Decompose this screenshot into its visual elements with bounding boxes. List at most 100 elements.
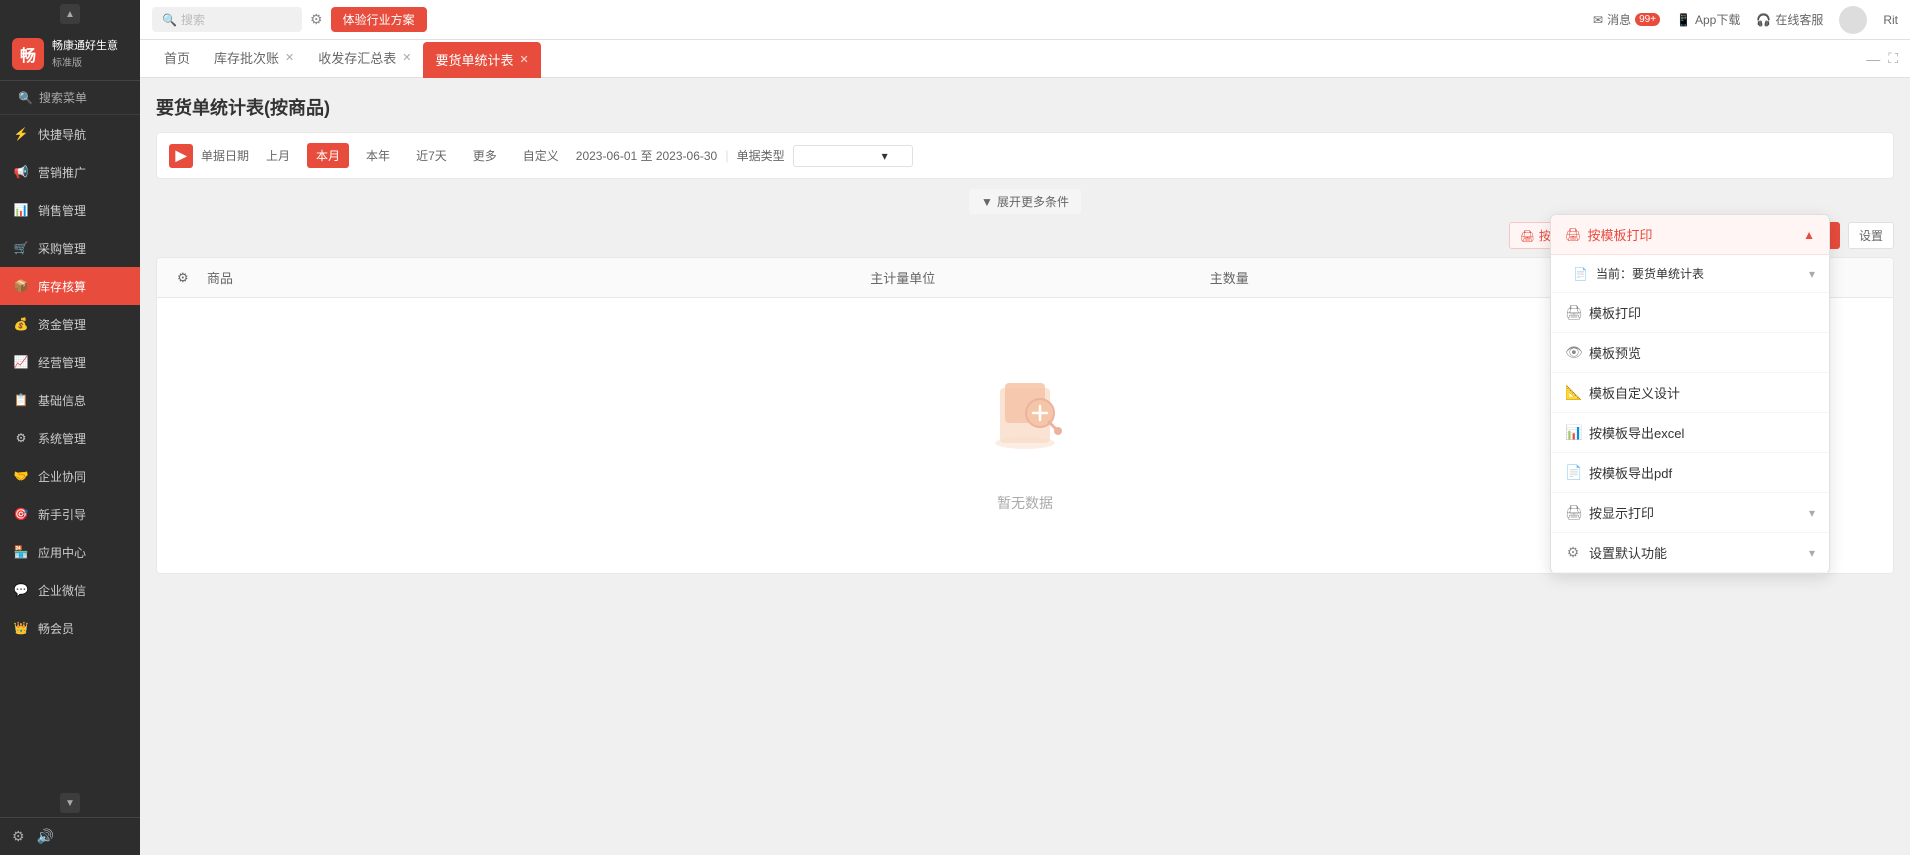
speaker-icon[interactable]: 🔊: [37, 828, 54, 845]
sidebar-item-basic[interactable]: 📋 基础信息: [0, 381, 140, 419]
dropdown-current-item: 📄 当前：要货单统计表 ▾: [1551, 255, 1829, 293]
settings-bottom-icon[interactable]: ⚙: [12, 828, 25, 845]
search-icon: 🔍: [18, 91, 33, 105]
page-title: 要货单统计表(按商品): [156, 94, 1894, 120]
dropdown-item-template-preview[interactable]: 👁 模板预览: [1551, 333, 1829, 373]
message-icon: ✉: [1593, 13, 1603, 27]
chevron-right-icon: ▾: [1809, 267, 1815, 281]
tab-close-order-stats[interactable]: ✕: [520, 53, 529, 66]
tab-maximize-button[interactable]: ⛶: [1888, 50, 1898, 67]
dropdown-item-template-design[interactable]: 📐 模板自定义设计: [1551, 373, 1829, 413]
app-logo-text: 畅康通好生意 标准版: [52, 39, 118, 69]
empty-text: 暂无数据: [997, 493, 1053, 513]
search-icon: 🔍: [162, 13, 177, 27]
sidebar-item-operation[interactable]: 📈 经营管理: [0, 343, 140, 381]
search-menu-item[interactable]: 🔍 搜索菜单: [0, 81, 140, 115]
date-btn-more[interactable]: 更多: [464, 143, 506, 168]
dropdown-item-template-print[interactable]: 🖨 模板打印: [1551, 293, 1829, 333]
topbar-search-box[interactable]: 🔍 搜索: [152, 7, 302, 32]
sidebar-item-finance[interactable]: 💰 资金管理: [0, 305, 140, 343]
dropdown-item-display-print[interactable]: 🖨 按显示打印 ▾: [1551, 493, 1829, 533]
topbar-right-section: ✉ 消息 99+ 📱 App下载 🎧 在线客服 Rit: [1593, 6, 1898, 34]
sidebar-item-sales[interactable]: 📊 销售管理: [0, 191, 140, 229]
sidebar-item-label: 营销推广: [38, 164, 86, 181]
dropdown-item-template-excel[interactable]: 📊 按模板导出excel: [1551, 413, 1829, 453]
tab-inventory-batch[interactable]: 库存批次账 ✕: [202, 40, 306, 78]
user-avatar[interactable]: [1839, 6, 1867, 34]
guide-icon: 🎯: [12, 505, 30, 523]
app-download-button[interactable]: 📱 App下载: [1676, 11, 1740, 28]
date-filter-label: 单据日期: [201, 147, 249, 164]
date-btn-last-month[interactable]: 上月: [257, 143, 299, 168]
sidebar-item-member[interactable]: 👑 畅会员: [0, 609, 140, 647]
date-btn-7days[interactable]: 近7天: [407, 143, 456, 168]
settings-icon: ⚙: [177, 270, 189, 285]
tabs-bar: 首页 库存批次账 ✕ 收发存汇总表 ✕ 要货单统计表 ✕ — ⛶: [140, 40, 1910, 78]
sidebar-item-wechat[interactable]: 💬 企业微信: [0, 571, 140, 609]
sidebar-item-marketing[interactable]: 📢 营销推广: [0, 153, 140, 191]
sidebar-item-label: 系统管理: [38, 430, 86, 447]
col-header-product: 商品: [199, 258, 862, 297]
member-icon: 👑: [12, 619, 30, 637]
settings-gear-icon[interactable]: ⚙: [310, 11, 323, 28]
sidebar-item-label: 企业微信: [38, 582, 86, 599]
sidebar-item-label: 销售管理: [38, 202, 86, 219]
sidebar-item-label: 畅会员: [38, 620, 74, 637]
marketing-icon: 📢: [12, 163, 30, 181]
dropdown-close-button[interactable]: ▲: [1803, 228, 1815, 242]
message-button[interactable]: ✉ 消息 99+: [1593, 11, 1660, 28]
chevron-down-icon: ▼: [981, 195, 993, 209]
sidebar-item-system[interactable]: ⚙ 系统管理: [0, 419, 140, 457]
dropdown-item-set-default[interactable]: ⚙ 设置默认功能 ▾: [1551, 533, 1829, 573]
printer-dropdown-icon: 🖨: [1565, 227, 1582, 243]
filter-bar: ▶ 单据日期 上月 本月 本年 近7天 更多 自定义 2023-06-01 至 …: [156, 132, 1894, 179]
sidebar-item-guide[interactable]: 🎯 新手引导: [0, 495, 140, 533]
sidebar-item-cooperation[interactable]: 🤝 企业协同: [0, 457, 140, 495]
trial-button[interactable]: 体验行业方案: [331, 7, 427, 32]
tab-close-inventory-batch[interactable]: ✕: [285, 51, 294, 64]
sidebar-item-appstore[interactable]: 🏪 应用中心: [0, 533, 140, 571]
date-btn-this-month[interactable]: 本月: [307, 143, 349, 168]
empty-illustration: [975, 358, 1075, 477]
headset-icon: 🎧: [1756, 13, 1771, 27]
sidebar-item-quick-nav[interactable]: ⚡ 快捷导航: [0, 115, 140, 153]
basic-icon: 📋: [12, 391, 30, 409]
date-btn-custom[interactable]: 自定义: [514, 143, 568, 168]
sidebar-scroll-top: ▲: [0, 0, 140, 28]
tab-home[interactable]: 首页: [152, 40, 202, 78]
cooperation-icon: 🤝: [12, 467, 30, 485]
type-filter-label: 单据类型: [737, 147, 785, 164]
online-service-button[interactable]: 🎧 在线客服: [1756, 11, 1823, 28]
scroll-down-button[interactable]: ▼: [60, 793, 80, 813]
type-filter-select[interactable]: ▾: [793, 145, 913, 167]
sidebar-item-label: 快捷导航: [38, 126, 86, 143]
filter-expand-button[interactable]: ▶: [169, 144, 193, 168]
sidebar-item-label: 新手引导: [38, 506, 86, 523]
printer-icon: 🖨: [1520, 229, 1535, 243]
operation-icon: 📈: [12, 353, 30, 371]
dropdown-item-template-pdf[interactable]: 📄 按模板导出pdf: [1551, 453, 1829, 493]
sidebar-nav: ⚡ 快捷导航 📢 营销推广 📊 销售管理 🛒 采购管理 📦 库存核算 💰 资金管…: [0, 115, 140, 789]
chevron-right-icon: ▾: [1809, 506, 1815, 520]
date-btn-this-year[interactable]: 本年: [357, 143, 399, 168]
printer-icon: 🖨: [1565, 304, 1581, 321]
expand-more-button[interactable]: ▼ 展开更多条件: [969, 189, 1081, 214]
col-header-settings[interactable]: ⚙: [169, 260, 199, 296]
sidebar-item-purchase[interactable]: 🛒 采购管理: [0, 229, 140, 267]
tab-minimize-button[interactable]: —: [1866, 51, 1880, 67]
col-header-unit: 主计量单位: [862, 258, 1202, 297]
tab-order-stats[interactable]: 要货单统计表 ✕: [423, 42, 540, 78]
tab-receive-summary[interactable]: 收发存汇总表 ✕: [306, 40, 423, 78]
dropdown-header: 🖨 按模板打印 ▲: [1551, 215, 1829, 255]
sidebar: ▲ 畅 畅康通好生意 标准版 🔍 搜索菜单 ⚡ 快捷导航 📢 营销推广 📊 销售…: [0, 0, 140, 855]
scroll-up-button[interactable]: ▲: [60, 4, 80, 24]
display-printer-icon: 🖨: [1565, 504, 1581, 521]
settings-button[interactable]: 设置: [1848, 222, 1894, 249]
tab-close-receive-summary[interactable]: ✕: [402, 51, 411, 64]
phone-icon: 📱: [1676, 13, 1691, 27]
chevron-down-icon: ▾: [882, 149, 888, 163]
sidebar-item-inventory[interactable]: 📦 库存核算: [0, 267, 140, 305]
system-icon: ⚙: [12, 429, 30, 447]
topbar: 🔍 搜索 ⚙ 体验行业方案 ✉ 消息 99+ 📱 App下载 🎧 在线客服 Ri…: [140, 0, 1910, 40]
message-badge: 99+: [1635, 13, 1660, 26]
